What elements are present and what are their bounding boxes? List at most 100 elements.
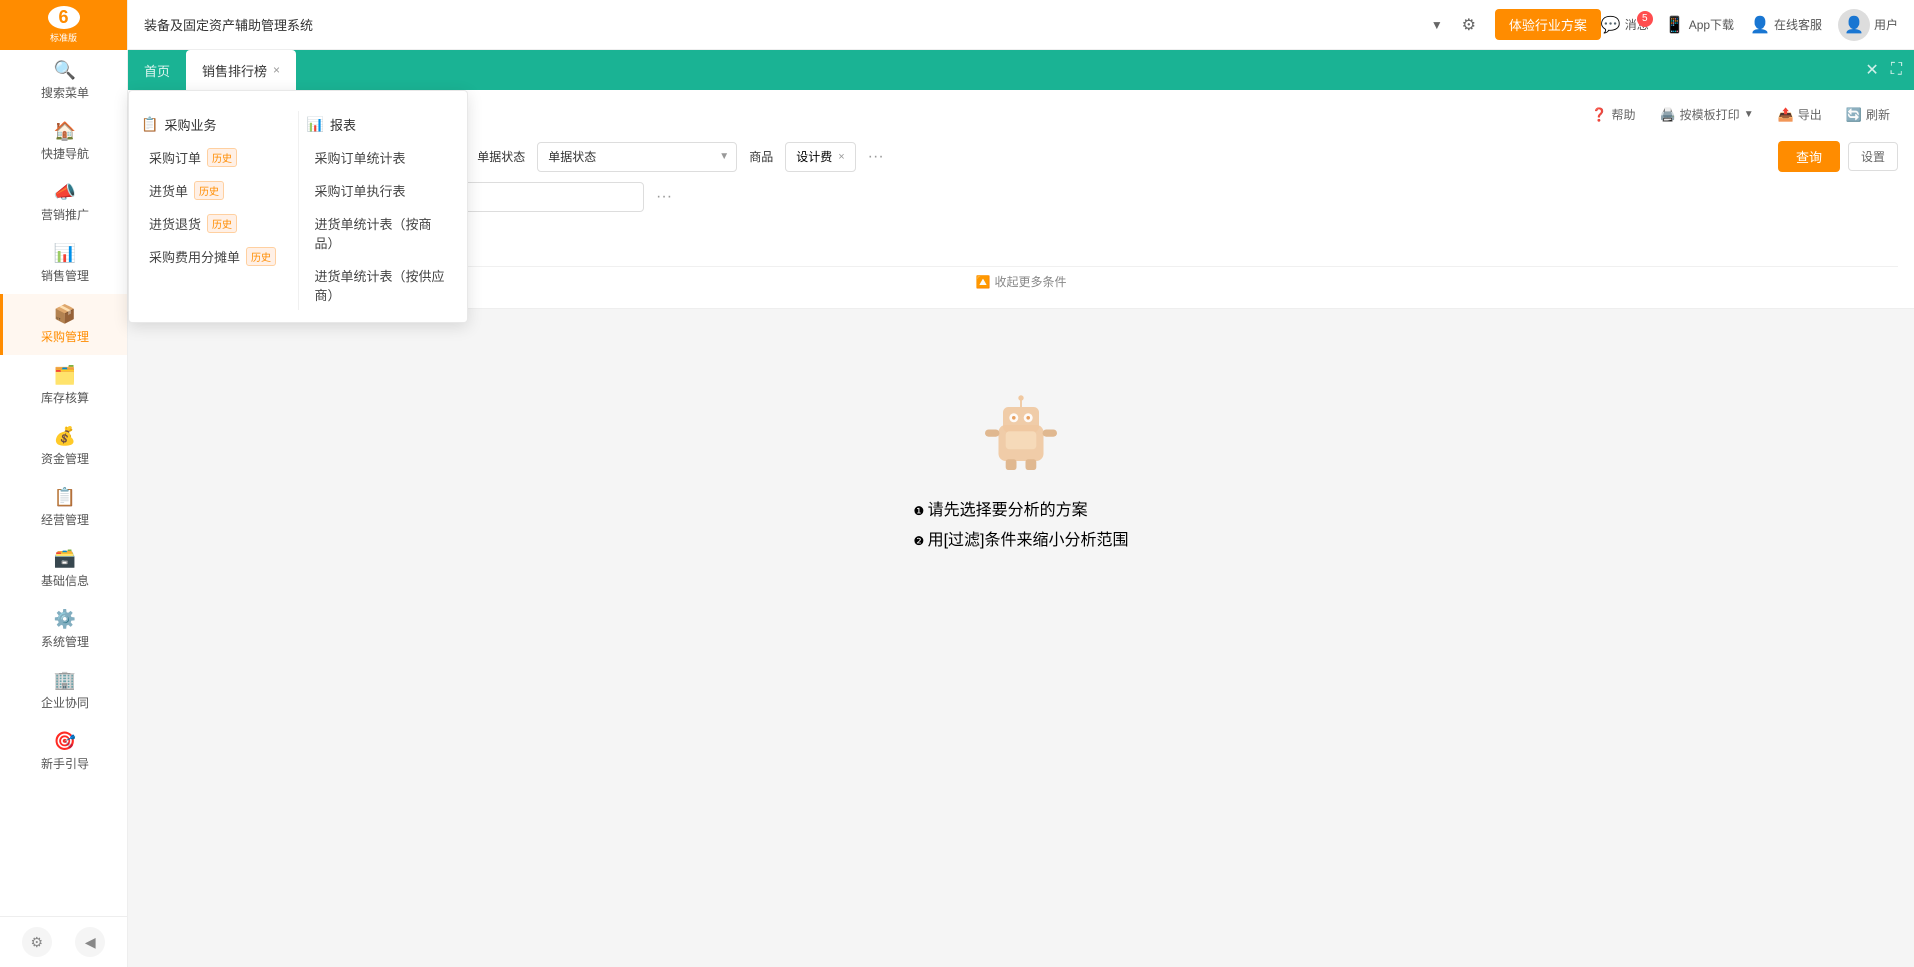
- sidebar-item-operation[interactable]: 📋 经营管理: [0, 477, 127, 538]
- tabbar: 首页 销售排行榜 × ✕ ⛶: [128, 50, 1914, 90]
- dropdown-col-report-title: 📊 报表: [307, 111, 456, 140]
- sidebar-item-system[interactable]: ⚙️ 系统管理: [0, 599, 127, 660]
- avatar: 👤: [1838, 9, 1870, 41]
- dropdown-item-cost[interactable]: 采购费用分摊单 历史: [141, 241, 290, 272]
- tab-close-icon[interactable]: ×: [273, 63, 280, 77]
- inventory-icon: 🗂️: [54, 365, 76, 386]
- collapse-sidebar-button[interactable]: ◀: [75, 927, 105, 957]
- collapse-label: 收起更多条件: [994, 273, 1066, 290]
- sidebar-item-sales[interactable]: 📊 销售管理: [0, 233, 127, 294]
- tabbar-close-button[interactable]: ✕: [1865, 60, 1878, 80]
- messages-button[interactable]: 💬 消息 5: [1601, 15, 1649, 35]
- inbound-history-badge[interactable]: 历史: [194, 181, 224, 200]
- online-service-button[interactable]: 👤 在线客服: [1750, 15, 1822, 35]
- sidebar-item-label: 基础信息: [41, 572, 89, 589]
- search-icon: 🔍: [54, 60, 76, 81]
- dropdown-item-order-stats[interactable]: 采购订单统计表: [307, 142, 456, 173]
- app-download-button[interactable]: 📱 App下载: [1665, 15, 1734, 35]
- base-icon: 🗃️: [54, 548, 76, 569]
- order-exec-label: 采购订单执行表: [315, 181, 406, 200]
- refresh-icon: 🔄: [1846, 107, 1862, 123]
- salesperson-input[interactable]: [464, 182, 644, 212]
- order-stats-label: 采购订单统计表: [315, 148, 406, 167]
- sidebar-item-marketing[interactable]: 📣 营销推广: [0, 172, 127, 233]
- inbound-label: 进货单: [149, 181, 188, 200]
- app-download-label: App下载: [1689, 16, 1734, 33]
- sidebar-item-label: 采购管理: [41, 328, 89, 345]
- system-dropdown-icon[interactable]: ▼: [1427, 15, 1447, 35]
- sidebar-item-enterprise[interactable]: 🏢 企业协同: [0, 660, 127, 721]
- goods-more-options[interactable]: ···: [868, 148, 884, 166]
- purchase-icon: 📦: [54, 304, 76, 325]
- goods-tag: 设计费 ×: [785, 142, 855, 172]
- sidebar-item-finance[interactable]: 💰 资金管理: [0, 416, 127, 477]
- dropdown-col-report: 📊 报表 采购订单统计表 采购订单执行表 进货单统计表（按商品） 进货单统计表（…: [307, 111, 456, 310]
- print-dropdown-icon[interactable]: ▼: [1744, 109, 1754, 120]
- sidebar-item-label: 经营管理: [41, 511, 89, 528]
- settings-bottom-button[interactable]: ⚙: [22, 927, 52, 957]
- logo-text: 标准版: [50, 31, 77, 44]
- tabbar-expand-button[interactable]: ⛶: [1891, 61, 1902, 79]
- settings-button[interactable]: 设置: [1848, 142, 1898, 171]
- dropdown-item-inbound-goods[interactable]: 进货单统计表（按商品）: [307, 208, 456, 258]
- sidebar-item-label: 资金管理: [41, 450, 89, 467]
- sidebar: 6 标准版 🔍 搜索菜单 🏠 快捷导航 📣 营销推广 📊 销售管理 📦 采购管理…: [0, 0, 128, 967]
- app-logo: 6 标准版: [0, 0, 127, 50]
- dropdown-item-order-exec[interactable]: 采购订单执行表: [307, 175, 456, 206]
- export-button[interactable]: 📤 导出: [1770, 102, 1830, 127]
- dropdown-item-return[interactable]: 进货退货 历史: [141, 208, 290, 239]
- sidebar-item-purchase[interactable]: 📦 采购管理: [0, 294, 127, 355]
- help-button[interactable]: ❓ 帮助: [1583, 102, 1643, 127]
- messages-badge: 5: [1637, 11, 1653, 27]
- guide-icon: 🎯: [54, 731, 76, 752]
- print-button[interactable]: 🖨️ 按模板打印 ▼: [1651, 102, 1761, 127]
- collapse-icon: 🔼: [976, 275, 991, 289]
- report-col-icon: 📊: [307, 116, 324, 133]
- enterprise-icon: 🏢: [54, 670, 76, 691]
- purchase-order-history-badge[interactable]: 历史: [207, 148, 237, 167]
- dropdown-item-inbound[interactable]: 进货单 历史: [141, 175, 290, 206]
- empty-state: 请先选择要分析的方案 用[过滤]条件来缩小分析范围: [128, 309, 1914, 630]
- tab-sales-rank[interactable]: 销售排行榜 ×: [186, 50, 296, 90]
- tab-sales-rank-label: 销售排行榜: [202, 61, 267, 80]
- sidebar-item-label: 销售管理: [41, 267, 89, 284]
- help-icon: ❓: [1591, 107, 1607, 123]
- voucher-status-label: 单据状态: [477, 148, 525, 165]
- plan-button[interactable]: 体验行业方案: [1495, 9, 1601, 40]
- refresh-button[interactable]: 🔄 刷新: [1838, 102, 1898, 127]
- system-icon: ⚙️: [54, 609, 76, 630]
- action-bar: 查询 设置: [1778, 141, 1898, 172]
- empty-tip-2: 用[过滤]条件来缩小分析范围: [914, 526, 1129, 550]
- topbar-settings-icon[interactable]: ⚙: [1455, 11, 1483, 39]
- voucher-status-select[interactable]: 单据状态: [537, 142, 737, 172]
- tab-home[interactable]: 首页: [128, 50, 186, 90]
- dropdown-item-purchase-order[interactable]: 采购订单 历史: [141, 142, 290, 173]
- query-button[interactable]: 查询: [1778, 141, 1840, 172]
- sales-icon: 📊: [54, 243, 76, 264]
- sidebar-item-label: 搜索菜单: [41, 84, 89, 101]
- sidebar-item-search[interactable]: 🔍 搜索菜单: [0, 50, 127, 111]
- dropdown-cols: 📋 采购业务 采购订单 历史 进货单 历史 进货退货 历史: [129, 103, 467, 310]
- user-label: 用户: [1874, 16, 1898, 33]
- return-history-badge[interactable]: 历史: [207, 214, 237, 233]
- purchase-dropdown-menu: 📋 采购业务 采购订单 历史 进货单 历史 进货退货 历史: [128, 90, 468, 323]
- collapse-button[interactable]: 🔼 收起更多条件: [976, 273, 1067, 290]
- sidebar-item-label: 企业协同: [41, 694, 89, 711]
- dropdown-item-inbound-supplier[interactable]: 进货单统计表（按供应商）: [307, 260, 456, 310]
- goods-tag-close[interactable]: ×: [838, 151, 844, 163]
- empty-tips: 请先选择要分析的方案 用[过滤]条件来缩小分析范围: [914, 496, 1129, 550]
- salesperson-select-wrap: [464, 182, 644, 212]
- sidebar-item-base[interactable]: 🗃️ 基础信息: [0, 538, 127, 599]
- operation-icon: 📋: [54, 487, 76, 508]
- home-icon: 🏠: [54, 121, 76, 142]
- salesperson-more-options[interactable]: ···: [656, 188, 672, 206]
- empty-tip-1: 请先选择要分析的方案: [914, 496, 1129, 520]
- sidebar-item-label: 新手引导: [41, 755, 89, 772]
- cost-history-badge[interactable]: 历史: [246, 247, 276, 266]
- online-service-label: 在线客服: [1774, 16, 1822, 33]
- tab-home-label: 首页: [144, 61, 170, 80]
- sidebar-item-inventory[interactable]: 🗂️ 库存核算: [0, 355, 127, 416]
- sidebar-item-guide[interactable]: 🎯 新手引导: [0, 721, 127, 782]
- sidebar-item-quicknav[interactable]: 🏠 快捷导航: [0, 111, 127, 172]
- user-menu[interactable]: 👤 用户: [1838, 9, 1898, 41]
